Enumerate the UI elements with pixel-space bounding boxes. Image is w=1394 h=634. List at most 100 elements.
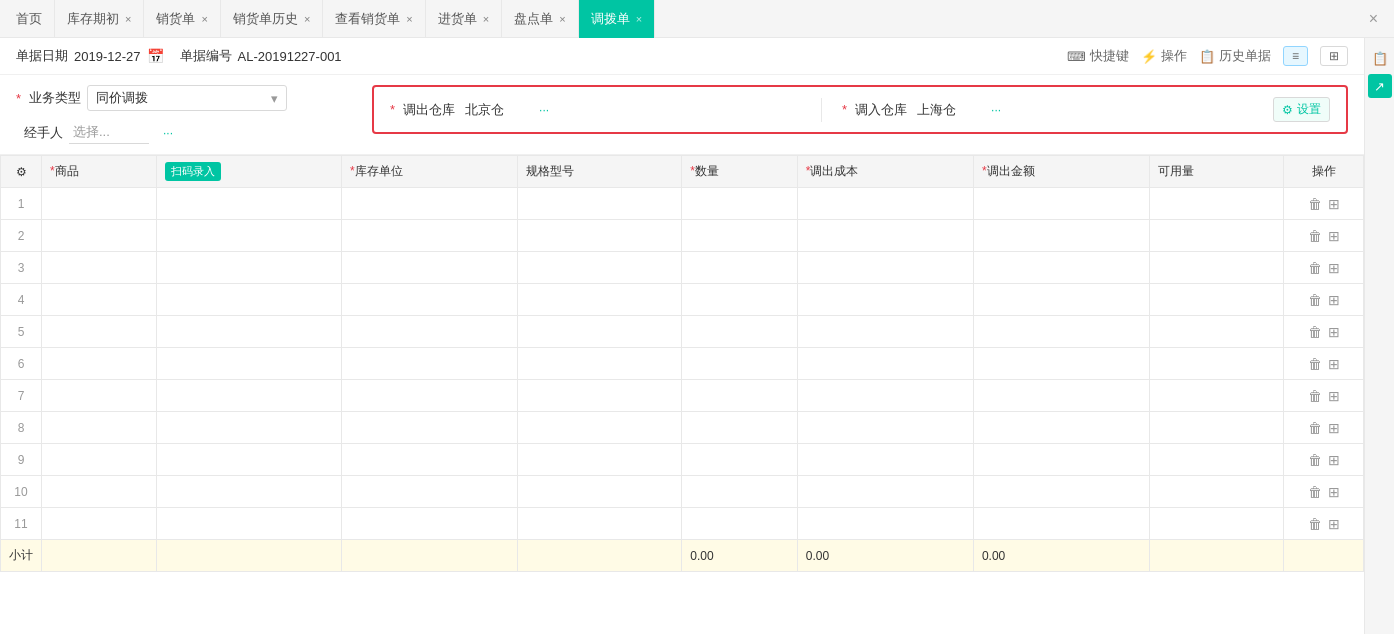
calendar-icon[interactable]: 📅 [147, 48, 164, 64]
row-3-product[interactable] [42, 252, 157, 284]
row-10-spec[interactable] [518, 476, 682, 508]
row-10-product[interactable] [42, 476, 157, 508]
row-1-qty[interactable] [682, 188, 797, 220]
tab-inventory-init[interactable]: 库存期初 × [55, 0, 144, 38]
copy-icon-8[interactable]: ⊞ [1328, 420, 1340, 436]
row-4-qty[interactable] [682, 284, 797, 316]
sidebar-doc-icon[interactable]: 📋 [1368, 46, 1392, 70]
delete-icon-11[interactable]: 🗑 [1308, 516, 1322, 532]
row-8-cost[interactable] [797, 412, 973, 444]
row-3-unit[interactable] [341, 252, 517, 284]
row-4-spec[interactable] [518, 284, 682, 316]
delete-icon-10[interactable]: 🗑 [1308, 484, 1322, 500]
row-5-amount[interactable] [973, 316, 1149, 348]
row-2-cost[interactable] [797, 220, 973, 252]
row-3-cost[interactable] [797, 252, 973, 284]
row-6-unit[interactable] [341, 348, 517, 380]
row-5-qty[interactable] [682, 316, 797, 348]
grid-view-button[interactable]: ⊞ [1320, 46, 1348, 66]
copy-icon-4[interactable]: ⊞ [1328, 292, 1340, 308]
row-7-unit[interactable] [341, 380, 517, 412]
copy-icon-5[interactable]: ⊞ [1328, 324, 1340, 340]
row-3-amount[interactable] [973, 252, 1149, 284]
row-8-amount[interactable] [973, 412, 1149, 444]
row-5-product[interactable] [42, 316, 157, 348]
tab-inventory-check[interactable]: 盘点单 × [502, 0, 578, 38]
row-11-spec[interactable] [518, 508, 682, 540]
tab-sales-history[interactable]: 销货单历史 × [221, 0, 323, 38]
copy-icon-3[interactable]: ⊞ [1328, 260, 1340, 276]
window-close-button[interactable]: × [1357, 10, 1390, 28]
row-4-unit[interactable] [341, 284, 517, 316]
row-8-unit[interactable] [341, 412, 517, 444]
tab-transfer-order[interactable]: 调拨单 × [579, 0, 655, 38]
row-10-unit[interactable] [341, 476, 517, 508]
row-6-qty[interactable] [682, 348, 797, 380]
row-1-spec[interactable] [518, 188, 682, 220]
history-button[interactable]: 📋 历史单据 [1199, 47, 1271, 65]
row-9-amount[interactable] [973, 444, 1149, 476]
row-8-spec[interactable] [518, 412, 682, 444]
tab-inventory-init-close[interactable]: × [125, 13, 131, 25]
tab-transfer-order-close[interactable]: × [636, 13, 642, 25]
row-7-product[interactable] [42, 380, 157, 412]
row-11-unit[interactable] [341, 508, 517, 540]
business-type-select[interactable]: 同价调拨 ▾ [87, 85, 287, 111]
row-2-amount[interactable] [973, 220, 1149, 252]
delete-icon-6[interactable]: 🗑 [1308, 356, 1322, 372]
copy-icon-1[interactable]: ⊞ [1328, 196, 1340, 212]
tab-sales-order[interactable]: 销货单 × [144, 0, 220, 38]
delete-icon-2[interactable]: 🗑 [1308, 228, 1322, 244]
row-4-cost[interactable] [797, 284, 973, 316]
copy-icon-7[interactable]: ⊞ [1328, 388, 1340, 404]
tab-view-sales[interactable]: 查看销货单 × [323, 0, 425, 38]
row-7-amount[interactable] [973, 380, 1149, 412]
tab-purchase-order-close[interactable]: × [483, 13, 489, 25]
row-6-spec[interactable] [518, 348, 682, 380]
tab-sales-order-close[interactable]: × [201, 13, 207, 25]
row-2-spec[interactable] [518, 220, 682, 252]
copy-icon-6[interactable]: ⊞ [1328, 356, 1340, 372]
row-7-qty[interactable] [682, 380, 797, 412]
row-9-product[interactable] [42, 444, 157, 476]
delete-icon-7[interactable]: 🗑 [1308, 388, 1322, 404]
tab-sales-history-close[interactable]: × [304, 13, 310, 25]
row-4-product[interactable] [42, 284, 157, 316]
row-9-qty[interactable] [682, 444, 797, 476]
row-2-qty[interactable] [682, 220, 797, 252]
tab-view-sales-close[interactable]: × [406, 13, 412, 25]
scan-button[interactable]: 扫码录入 [165, 162, 221, 181]
row-11-qty[interactable] [682, 508, 797, 540]
delete-icon-5[interactable]: 🗑 [1308, 324, 1322, 340]
row-5-spec[interactable] [518, 316, 682, 348]
row-9-unit[interactable] [341, 444, 517, 476]
row-9-cost[interactable] [797, 444, 973, 476]
row-3-qty[interactable] [682, 252, 797, 284]
shortcuts-button[interactable]: ⌨ 快捷键 [1067, 47, 1129, 65]
person-placeholder[interactable]: 选择... [69, 121, 149, 144]
row-1-amount[interactable] [973, 188, 1149, 220]
delete-icon-4[interactable]: 🗑 [1308, 292, 1322, 308]
row-1-unit[interactable] [341, 188, 517, 220]
copy-icon-10[interactable]: ⊞ [1328, 484, 1340, 500]
row-11-product[interactable] [42, 508, 157, 540]
row-3-spec[interactable] [518, 252, 682, 284]
delete-icon-9[interactable]: 🗑 [1308, 452, 1322, 468]
row-10-qty[interactable] [682, 476, 797, 508]
row-9-spec[interactable] [518, 444, 682, 476]
tab-inventory-check-close[interactable]: × [559, 13, 565, 25]
tab-purchase-order[interactable]: 进货单 × [426, 0, 502, 38]
row-6-amount[interactable] [973, 348, 1149, 380]
row-8-qty[interactable] [682, 412, 797, 444]
copy-icon-9[interactable]: ⊞ [1328, 452, 1340, 468]
row-5-unit[interactable] [341, 316, 517, 348]
row-11-amount[interactable] [973, 508, 1149, 540]
delete-icon-1[interactable]: 🗑 [1308, 196, 1322, 212]
delete-icon-8[interactable]: 🗑 [1308, 420, 1322, 436]
warehouse-out-more-icon[interactable]: ··· [539, 103, 549, 117]
row-7-spec[interactable] [518, 380, 682, 412]
row-1-cost[interactable] [797, 188, 973, 220]
operations-button[interactable]: ⚡ 操作 [1141, 47, 1187, 65]
copy-icon-2[interactable]: ⊞ [1328, 228, 1340, 244]
row-7-cost[interactable] [797, 380, 973, 412]
